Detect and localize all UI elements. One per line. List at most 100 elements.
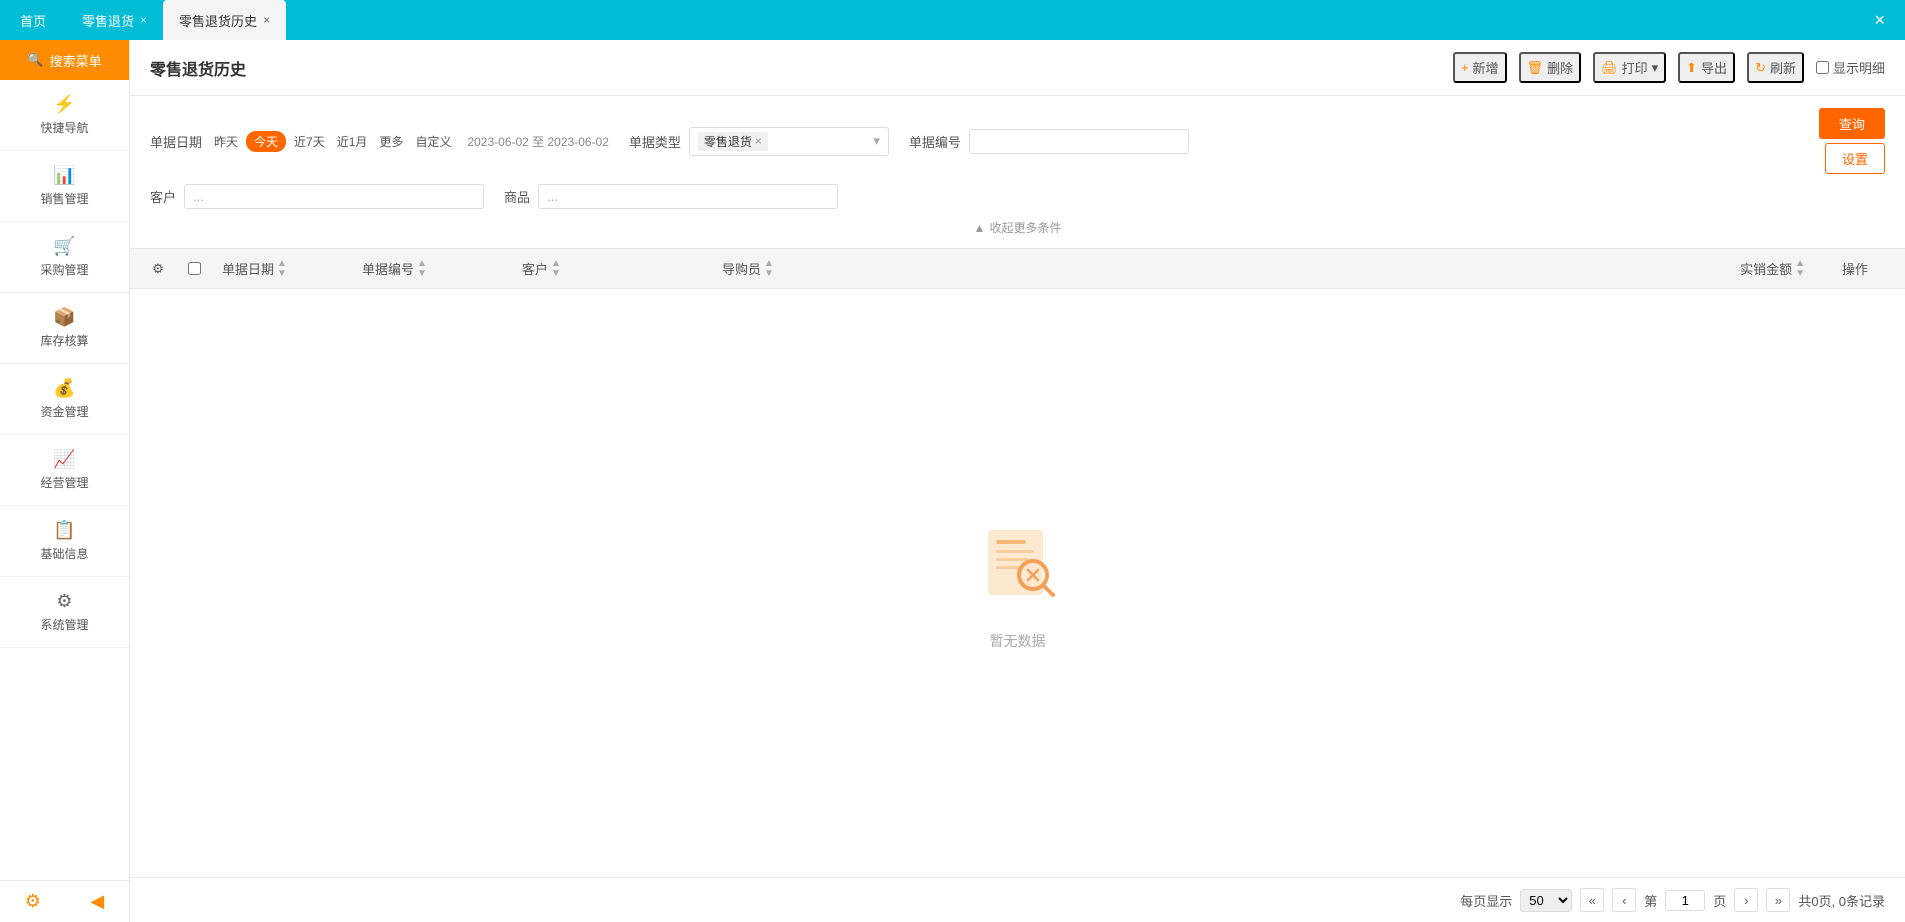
system-icon: ⚙	[56, 591, 72, 612]
tab-home[interactable]: 首页	[0, 0, 66, 40]
client-input[interactable]: ...	[184, 184, 484, 209]
operation-icon: 📈	[53, 449, 75, 470]
page-unit: 页	[1713, 891, 1726, 910]
th-client-sort-icon: ▲▼	[551, 259, 561, 279]
page-size-label: 每页显示	[1460, 891, 1512, 910]
sidebar-item-label: 库存核算	[40, 332, 88, 349]
sidebar-item-label: 系统管理	[40, 616, 88, 633]
refresh-icon: ↻	[1755, 60, 1766, 76]
sidebar-item-system[interactable]: ⚙ 系统管理	[0, 577, 129, 648]
header-actions: + 新增 🗑 删除 🖨 打印 ▾ ⬆ 导出 ↻ 刷新	[1453, 52, 1885, 83]
th-guide[interactable]: 导购员 ▲▼	[712, 259, 872, 279]
date-filter-label: 单据日期	[150, 132, 202, 151]
print-icon: 🖨	[1601, 60, 1618, 76]
th-amount[interactable]: 实销金额 ▲▼	[872, 259, 1815, 279]
th-no[interactable]: 单据编号 ▲▼	[352, 259, 512, 279]
settings-bottom-icon[interactable]: ⚙	[25, 891, 41, 912]
th-amount-label: 实销金额	[1740, 259, 1792, 278]
table-settings-icon[interactable]: ⚙	[152, 261, 164, 277]
type-tag-remove-icon[interactable]: ×	[755, 134, 762, 148]
new-label: 新增	[1473, 58, 1499, 77]
tab-retail-return[interactable]: 零售退货 ×	[66, 0, 163, 40]
date-btn-today[interactable]: 今天	[246, 131, 286, 152]
th-date[interactable]: 单据日期 ▲▼	[212, 259, 352, 279]
sidebar-item-quick-nav[interactable]: ⚡ 快捷导航	[0, 80, 129, 151]
show-detail-checkbox[interactable]	[1816, 61, 1829, 74]
export-button[interactable]: ⬆ 导出	[1678, 52, 1735, 83]
total-info: 共0页, 0条记录	[1798, 891, 1885, 910]
th-checkbox[interactable]	[176, 262, 212, 275]
sidebar-item-label: 快捷导航	[40, 119, 88, 136]
tab-retail-return-history[interactable]: 零售退货历史 ×	[163, 0, 286, 40]
th-settings[interactable]: ⚙	[140, 261, 176, 277]
sidebar-item-operation[interactable]: 📈 经营管理	[0, 435, 129, 506]
th-date-label: 单据日期	[222, 259, 274, 278]
sidebar-item-inventory[interactable]: 📦 库存核算	[0, 293, 129, 364]
tab-retail-return-close-icon[interactable]: ×	[140, 13, 147, 27]
sidebar-item-basic-info[interactable]: 📋 基础信息	[0, 506, 129, 577]
th-amount-sort-icon: ▲▼	[1795, 259, 1805, 279]
prev-page-button[interactable]: ‹	[1612, 888, 1636, 912]
date-range-display: 2023-06-02 至 2023-06-02	[467, 133, 608, 150]
th-no-sort-icon: ▲▼	[417, 259, 427, 279]
refresh-label: 刷新	[1770, 58, 1796, 77]
type-select[interactable]: 零售退货 × ▾	[689, 127, 889, 156]
th-client[interactable]: 客户 ▲▼	[512, 259, 712, 279]
main-layout: 🔍 搜索菜单 ⚡ 快捷导航 📊 销售管理 🛒 采购管理 📦 库存核算 💰	[0, 40, 1905, 922]
sidebar-item-sales[interactable]: 📊 销售管理	[0, 151, 129, 222]
page-size-select[interactable]: 50 100 200	[1520, 889, 1572, 912]
delete-button[interactable]: 🗑 删除	[1519, 52, 1582, 83]
date-btn-1month[interactable]: 近1月	[333, 131, 372, 152]
tab-retail-return-history-close-icon[interactable]: ×	[263, 13, 270, 27]
refresh-button[interactable]: ↻ 刷新	[1747, 52, 1804, 83]
tab-retail-return-history-label: 零售退货历史	[179, 11, 257, 30]
next-page-button[interactable]: ›	[1734, 888, 1758, 912]
sidebar: 🔍 搜索菜单 ⚡ 快捷导航 📊 销售管理 🛒 采购管理 📦 库存核算 💰	[0, 40, 130, 922]
date-btn-custom[interactable]: 自定义	[411, 131, 455, 152]
type-selected-value: 零售退货	[704, 133, 752, 150]
date-btn-yesterday[interactable]: 昨天	[210, 131, 242, 152]
sidebar-search-button[interactable]: 🔍 搜索菜单	[0, 40, 129, 80]
goods-input[interactable]: ...	[538, 184, 838, 209]
filter-group-client: 客户 ...	[150, 184, 484, 209]
th-action-label: 操作	[1842, 259, 1868, 278]
page-number-input[interactable]	[1665, 890, 1705, 911]
date-btn-7days[interactable]: 近7天	[290, 131, 329, 152]
export-icon: ⬆	[1686, 60, 1697, 76]
number-input[interactable]	[969, 129, 1189, 154]
page-label: 第	[1644, 891, 1657, 910]
sales-icon: 📊	[53, 165, 75, 186]
setting-button[interactable]: 设置	[1825, 143, 1885, 174]
filter-group-date: 单据日期 昨天 今天 近7天 近1月 更多 自定义 2023-06-02 至 2…	[150, 131, 609, 152]
print-button[interactable]: 🖨 打印 ▾	[1593, 52, 1666, 83]
show-detail-checkbox-label[interactable]: 显示明细	[1816, 58, 1885, 77]
page-title: 零售退货历史	[150, 56, 246, 80]
filter-group-type: 单据类型 零售退货 × ▾	[629, 127, 889, 156]
collapse-button[interactable]: ▲ 收起更多条件	[150, 219, 1885, 236]
filter-row-2: 客户 ... 商品 ...	[150, 184, 1885, 209]
table-header: ⚙ 单据日期 ▲▼ 单据编号 ▲▼ 客户 ▲▼ 导购员	[130, 249, 1905, 289]
quick-nav-icon: ⚡	[53, 94, 75, 115]
page-header: 零售退货历史 + 新增 🗑 删除 🖨 打印 ▾ ⬆ 导出	[130, 40, 1905, 96]
collapse-label: 收起更多条件	[989, 219, 1061, 236]
sidebar-search-label: 搜索菜单	[50, 51, 102, 70]
new-button[interactable]: + 新增	[1453, 52, 1507, 83]
tab-retail-return-label: 零售退货	[82, 11, 134, 30]
sidebar-item-finance[interactable]: 💰 资金管理	[0, 364, 129, 435]
th-guide-sort-icon: ▲▼	[764, 259, 774, 279]
window-close-button[interactable]: ×	[1864, 10, 1895, 31]
type-selected-tag: 零售退货 ×	[698, 132, 768, 151]
query-button[interactable]: 查询	[1819, 108, 1885, 139]
client-filter-label: 客户	[150, 187, 176, 206]
select-all-checkbox[interactable]	[188, 262, 201, 275]
collapse-sidebar-icon[interactable]: ◀	[90, 891, 104, 912]
sidebar-item-purchase[interactable]: 🛒 采购管理	[0, 222, 129, 293]
type-filter-label: 单据类型	[629, 132, 681, 151]
last-page-button[interactable]: »	[1766, 888, 1790, 912]
first-page-button[interactable]: «	[1580, 888, 1604, 912]
date-btn-more[interactable]: 更多	[375, 131, 407, 152]
tab-bar: 首页 零售退货 × 零售退货历史 × ×	[0, 0, 1905, 40]
th-date-sort-icon: ▲▼	[277, 259, 287, 279]
goods-filter-label: 商品	[504, 187, 530, 206]
show-detail-label: 显示明细	[1833, 58, 1885, 77]
